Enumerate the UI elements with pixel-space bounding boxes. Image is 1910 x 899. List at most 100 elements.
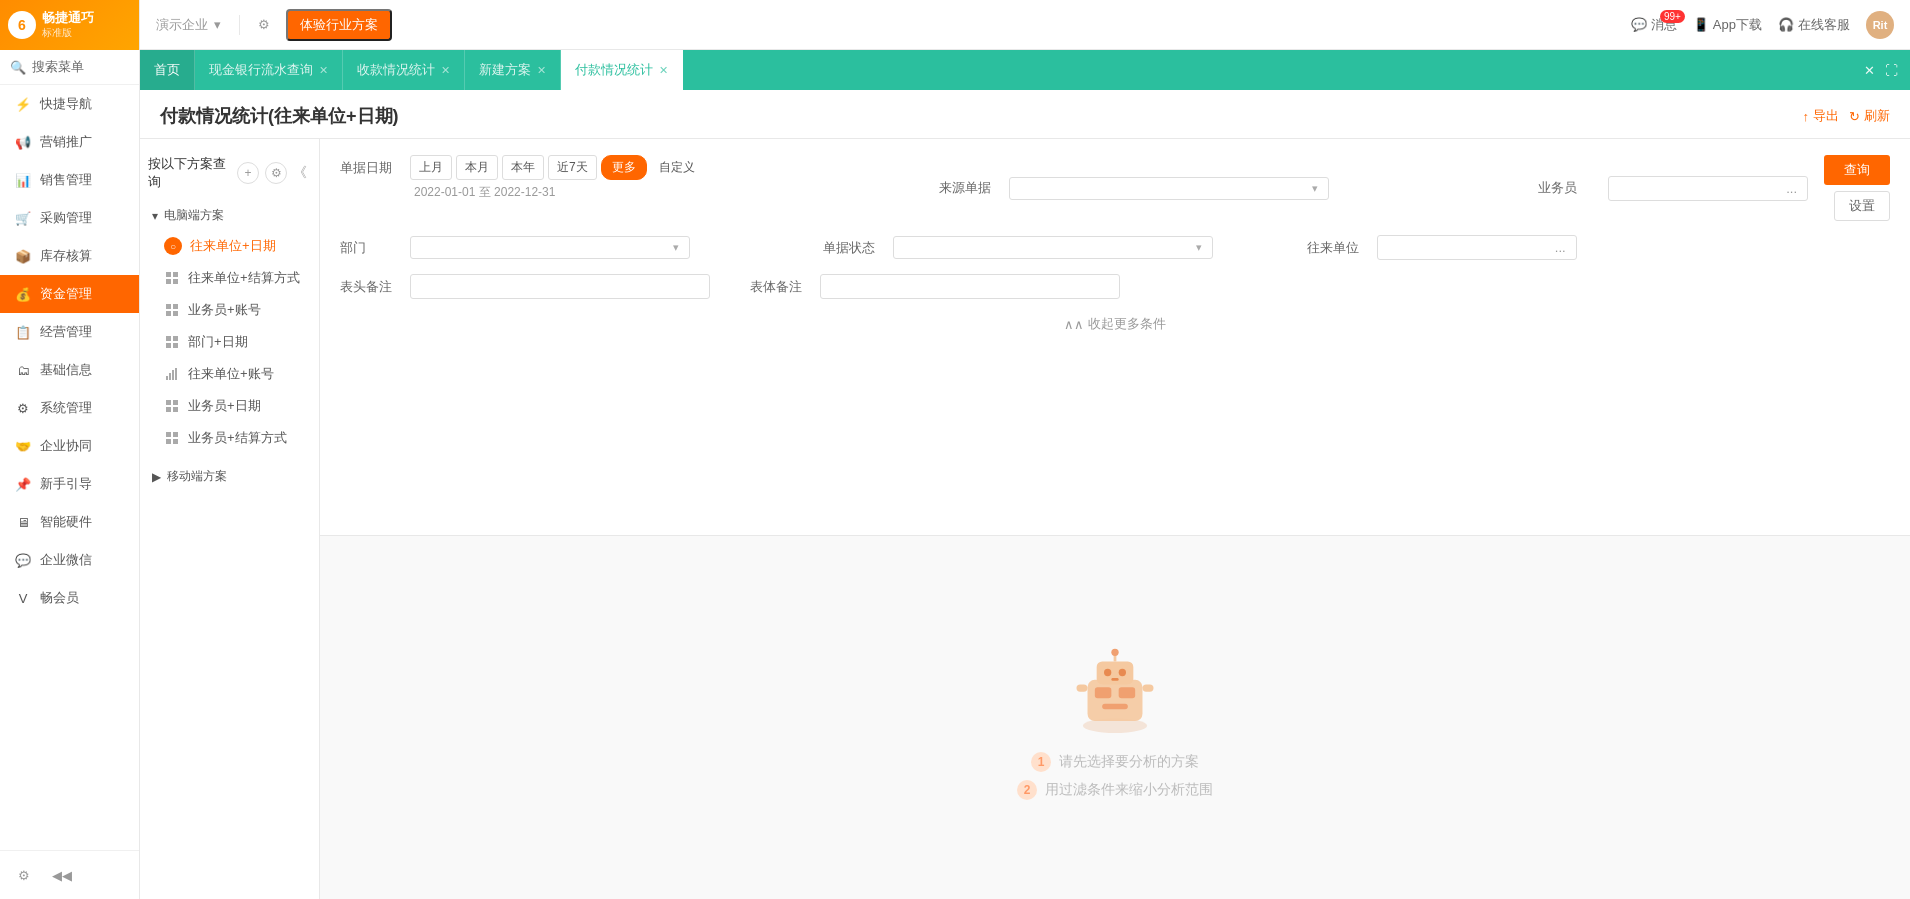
plan-item-unit-settle[interactable]: 往来单位+结算方式 bbox=[140, 262, 319, 294]
mobile-section-title[interactable]: ▶ 移动端方案 bbox=[140, 462, 319, 491]
step2-num: 2 bbox=[1017, 780, 1037, 800]
message-icon: 💬 bbox=[1631, 17, 1647, 32]
plan-item-staff-settle[interactable]: 业务员+结算方式 bbox=[140, 422, 319, 454]
sidebar-item-guide[interactable]: 📌 新手引导 bbox=[0, 465, 139, 503]
marketing-icon: 📢 bbox=[14, 133, 32, 151]
date-btn-7days[interactable]: 近7天 bbox=[548, 155, 597, 180]
sidebar-item-operation[interactable]: 📋 经营管理 bbox=[0, 313, 139, 351]
plan-item-dept-date[interactable]: 部门+日期 bbox=[140, 326, 319, 358]
desktop-section-label: 电脑端方案 bbox=[164, 207, 224, 224]
settings-footer-btn[interactable]: ⚙ bbox=[10, 861, 38, 889]
tabbar-actions: ✕ ⛶ bbox=[1852, 50, 1910, 90]
staff-select[interactable]: ... bbox=[1608, 176, 1808, 201]
topbar-separator bbox=[239, 15, 240, 35]
tab-home[interactable]: 首页 bbox=[140, 50, 195, 90]
notifications-btn[interactable]: 💬 消息 99+ bbox=[1631, 16, 1677, 34]
sidebar-item-marketing[interactable]: 📢 营销推广 bbox=[0, 123, 139, 161]
svg-rect-17 bbox=[173, 400, 178, 405]
sidebar-label-inventory: 库存核算 bbox=[40, 247, 92, 265]
date-btn-last-month[interactable]: 上月 bbox=[410, 155, 452, 180]
online-service-btn[interactable]: 🎧 在线客服 bbox=[1778, 16, 1850, 34]
plan-item-unit-date[interactable]: ○ 往来单位+日期 bbox=[140, 230, 319, 262]
empty-state: 1 请先选择要分析的方案 2 用过滤条件来缩小分析范围 bbox=[320, 536, 1910, 900]
weixin-icon: 💬 bbox=[14, 551, 32, 569]
plan-item-unit-account[interactable]: 往来单位+账号 bbox=[140, 358, 319, 390]
sidebar-nav: ⚡ 快捷导航 📢 营销推广 📊 销售管理 🛒 采购管理 📦 库存核算 💰 资金管… bbox=[0, 85, 139, 850]
desktop-section-title[interactable]: ▾ 电脑端方案 bbox=[140, 201, 319, 230]
system-icon: ⚙ bbox=[14, 399, 32, 417]
body-note-input[interactable] bbox=[820, 274, 1120, 299]
related-unit-select[interactable]: ... bbox=[1377, 235, 1577, 260]
plan-label-staff-account: 业务员+账号 bbox=[188, 301, 261, 319]
date-btn-this-year[interactable]: 本年 bbox=[502, 155, 544, 180]
company-name[interactable]: 演示企业 ▾ bbox=[156, 16, 221, 34]
sidebar-item-sales[interactable]: 📊 销售管理 bbox=[0, 161, 139, 199]
sidebar-item-inventory[interactable]: 📦 库存核算 bbox=[0, 237, 139, 275]
svg-rect-9 bbox=[173, 336, 178, 341]
collapse-more-btn[interactable]: ∧∧ 收起更多条件 bbox=[1058, 309, 1172, 339]
quick-nav-icon: ⚡ bbox=[14, 95, 32, 113]
close-payment-stats-icon[interactable]: ✕ bbox=[659, 64, 668, 77]
tab-bank-flow[interactable]: 现金银行流水查询 ✕ bbox=[195, 50, 343, 90]
svg-rect-35 bbox=[1077, 685, 1088, 692]
sidebar-item-system[interactable]: ⚙ 系统管理 bbox=[0, 389, 139, 427]
settings-btn[interactable]: 设置 bbox=[1834, 191, 1890, 221]
plan-item-staff-account[interactable]: 业务员+账号 bbox=[140, 294, 319, 326]
app-download-btn[interactable]: 📱 App下载 bbox=[1693, 16, 1762, 34]
content-header: 付款情况统计(往来单位+日期) ↑ 导出 ↻ 刷新 bbox=[140, 90, 1910, 139]
source-select[interactable]: ▾ bbox=[1009, 177, 1329, 200]
related-unit-ellipsis: ... bbox=[1555, 240, 1566, 255]
mobile-plans-section: ▶ 移动端方案 bbox=[140, 458, 319, 495]
doc-status-select[interactable]: ▾ bbox=[893, 236, 1213, 259]
query-btn[interactable]: 查询 bbox=[1824, 155, 1890, 185]
add-plan-btn[interactable]: + bbox=[237, 162, 259, 184]
topbar-settings-icon[interactable]: ⚙ bbox=[258, 17, 270, 32]
close-receipt-stats-icon[interactable]: ✕ bbox=[441, 64, 450, 77]
sidebar-label-weixin: 企业微信 bbox=[40, 551, 92, 569]
sidebar-item-quick-nav[interactable]: ⚡ 快捷导航 bbox=[0, 85, 139, 123]
close-all-icon[interactable]: ✕ bbox=[1864, 63, 1875, 78]
header-note-input[interactable] bbox=[410, 274, 710, 299]
tab-new-plan[interactable]: 新建方案 ✕ bbox=[465, 50, 561, 90]
expand-desktop-icon: ▾ bbox=[152, 209, 158, 223]
doc-status-chevron: ▾ bbox=[1196, 241, 1202, 254]
sidebar-item-capital[interactable]: 💰 资金管理 bbox=[0, 275, 139, 313]
staff-ellipsis: ... bbox=[1786, 181, 1797, 196]
refresh-btn[interactable]: ↻ 刷新 bbox=[1849, 107, 1890, 125]
online-service-label: 在线客服 bbox=[1798, 16, 1850, 34]
svg-rect-10 bbox=[166, 343, 171, 348]
tab-payment-stats-label: 付款情况统计 bbox=[575, 61, 653, 79]
sidebar-item-basic-info[interactable]: 🗂 基础信息 bbox=[0, 351, 139, 389]
sidebar-item-member[interactable]: V 畅会员 bbox=[0, 579, 139, 617]
date-btn-this-month[interactable]: 本月 bbox=[456, 155, 498, 180]
collapse-sidebar-btn[interactable]: ◀◀ bbox=[48, 861, 76, 889]
sidebar-item-weixin[interactable]: 💬 企业微信 bbox=[0, 541, 139, 579]
guide-icon: 📌 bbox=[14, 475, 32, 493]
search-menu[interactable]: 🔍 搜索菜单 bbox=[0, 50, 139, 85]
topbar: 演示企业 ▾ ⚙ 体验行业方案 💬 消息 99+ 📱 App下载 🎧 在线客服 … bbox=[140, 0, 1910, 50]
close-new-plan-icon[interactable]: ✕ bbox=[537, 64, 546, 77]
svg-rect-19 bbox=[173, 407, 178, 412]
filter-wrapper: 单据日期 上月 本月 本年 近7天 更多 自定义 20 bbox=[320, 139, 1910, 899]
dept-select[interactable]: ▾ bbox=[410, 236, 690, 259]
date-btn-more[interactable]: 更多 bbox=[601, 155, 647, 180]
close-bank-flow-icon[interactable]: ✕ bbox=[319, 64, 328, 77]
trial-btn[interactable]: 体验行业方案 bbox=[286, 9, 392, 41]
user-avatar[interactable]: Rit bbox=[1866, 11, 1894, 39]
sidebar-item-purchase[interactable]: 🛒 采购管理 bbox=[0, 199, 139, 237]
expand-icon[interactable]: ⛶ bbox=[1885, 63, 1898, 78]
export-btn[interactable]: ↑ 导出 bbox=[1803, 107, 1840, 125]
collapse-plan-sidebar-btn[interactable]: 《 bbox=[293, 164, 307, 182]
sidebar-item-hardware[interactable]: 🖥 智能硬件 bbox=[0, 503, 139, 541]
plan-item-staff-date[interactable]: 业务员+日期 bbox=[140, 390, 319, 422]
tab-payment-stats[interactable]: 付款情况统计 ✕ bbox=[561, 50, 683, 90]
dept-label: 部门 bbox=[340, 239, 400, 257]
expand-mobile-icon: ▶ bbox=[152, 470, 161, 484]
custom-date-label[interactable]: 自定义 bbox=[651, 156, 703, 179]
tab-receipt-stats[interactable]: 收款情况统计 ✕ bbox=[343, 50, 465, 90]
svg-rect-7 bbox=[173, 311, 178, 316]
sidebar-item-enterprise[interactable]: 🤝 企业协同 bbox=[0, 427, 139, 465]
step1-num: 1 bbox=[1031, 752, 1051, 772]
related-unit-label: 往来单位 bbox=[1307, 239, 1367, 257]
plan-settings-btn[interactable]: ⚙ bbox=[265, 162, 287, 184]
